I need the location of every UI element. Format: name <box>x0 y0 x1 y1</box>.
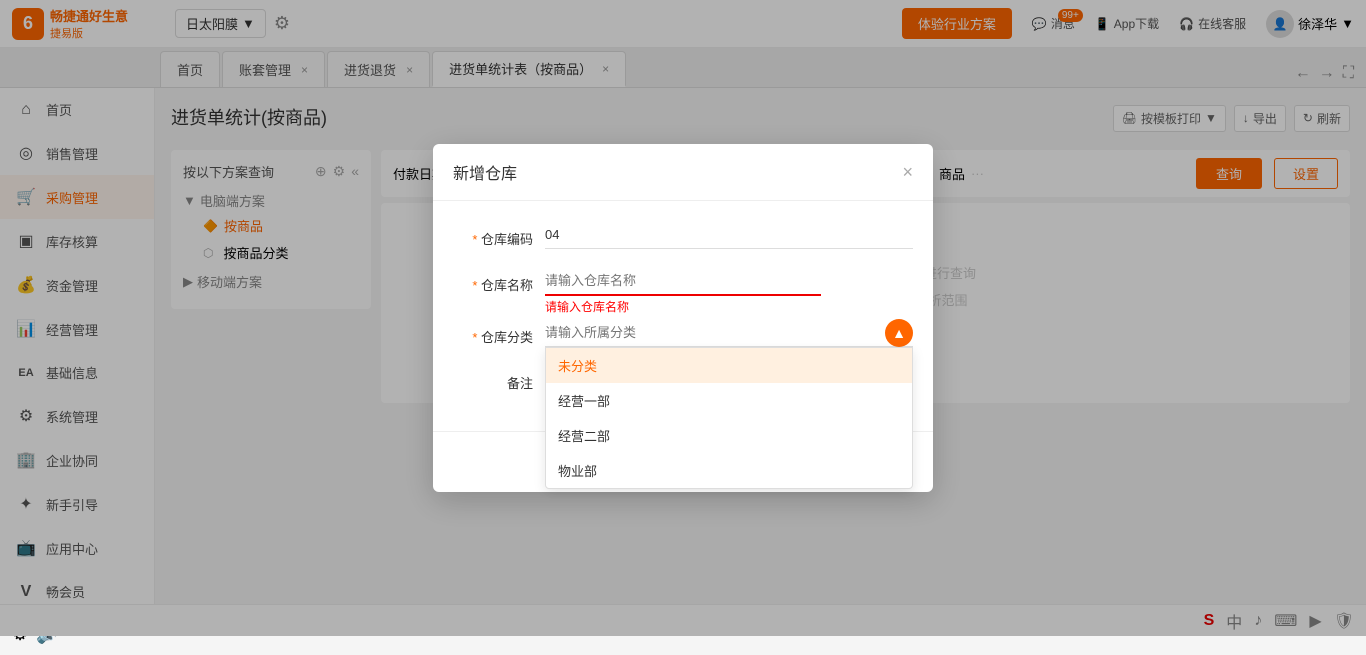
form-row-category: 仓库分类 ▲ 未分类 经营一部 经营二部 物业部 <box>453 319 913 347</box>
form-row-name: 仓库名称 请输入仓库名称 <box>453 267 913 315</box>
modal-close-button[interactable]: × <box>902 162 913 183</box>
new-warehouse-modal: 新增仓库 × 仓库编码 仓库名称 请输入仓库名称 <box>433 144 933 492</box>
modal-title: 新增仓库 <box>453 160 517 184</box>
code-label: 仓库编码 <box>453 221 533 248</box>
form-row-code: 仓库编码 <box>453 221 913 249</box>
dropdown-option-dept2[interactable]: 经营二部 <box>546 418 912 453</box>
remark-label: 备注 <box>453 365 533 392</box>
category-input-wrapper: ▲ 未分类 经营一部 经营二部 物业部 <box>545 319 913 347</box>
modal-body: 仓库编码 仓库名称 请输入仓库名称 仓库分类 ▲ <box>433 201 933 431</box>
dropdown-option-unclassified[interactable]: 未分类 <box>546 348 912 383</box>
category-input[interactable] <box>545 319 913 347</box>
category-dropdown-toggle[interactable]: ▲ <box>885 319 913 347</box>
category-label: 仓库分类 <box>453 319 533 346</box>
dropdown-option-property[interactable]: 物业部 <box>546 453 912 488</box>
warehouse-code-input[interactable] <box>545 221 913 249</box>
modal-overlay: 新增仓库 × 仓库编码 仓库名称 请输入仓库名称 <box>0 0 1366 636</box>
modal-header: 新增仓库 × <box>433 144 933 201</box>
name-label: 仓库名称 <box>453 267 533 294</box>
name-error-message: 请输入仓库名称 <box>545 298 821 315</box>
dropdown-option-dept1[interactable]: 经营一部 <box>546 383 912 418</box>
warehouse-name-input[interactable] <box>545 267 821 296</box>
category-dropdown-list: 未分类 经营一部 经营二部 物业部 <box>545 347 913 489</box>
